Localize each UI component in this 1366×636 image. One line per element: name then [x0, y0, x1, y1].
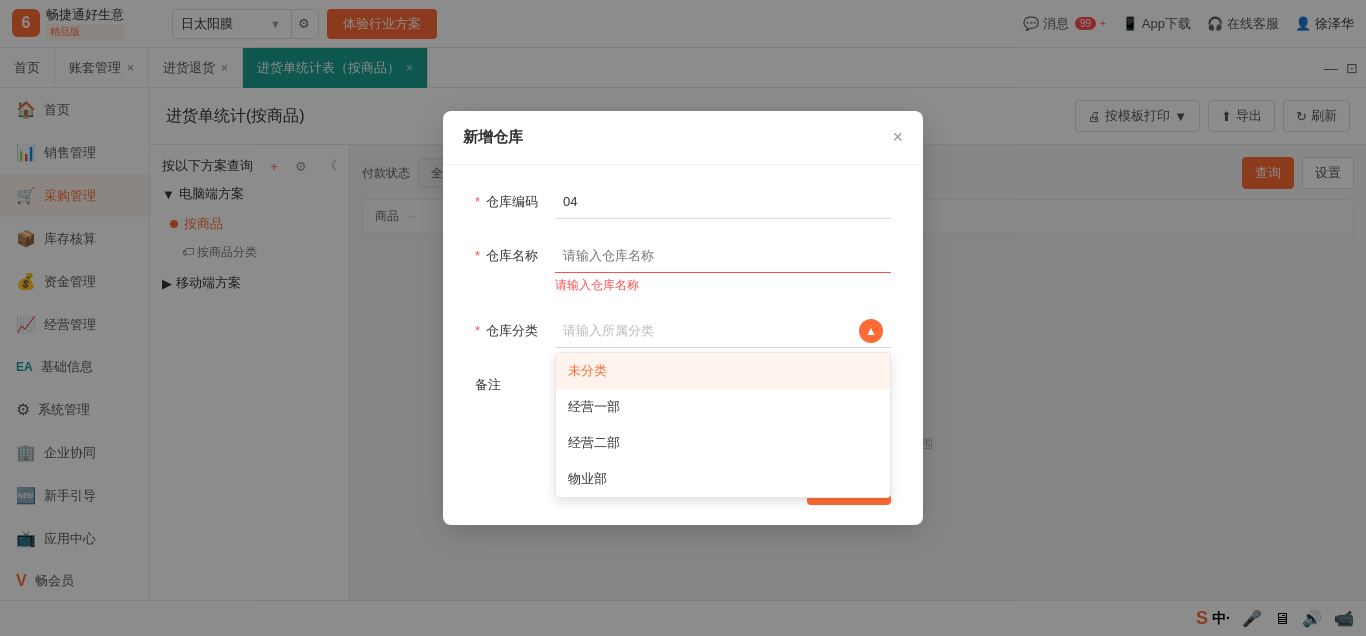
modal-header: 新增仓库 ×	[443, 111, 923, 165]
dropdown-item-property[interactable]: 物业部	[556, 461, 890, 497]
category-row: * 仓库分类 请输入所属分类 ▲ 未分类 经营一部 经营二部 物业部	[475, 314, 891, 348]
code-row: * 仓库编码	[475, 185, 891, 219]
category-dropdown-trigger[interactable]: 请输入所属分类 ▲	[555, 314, 891, 348]
category-dropdown-list: 未分类 经营一部 经营二部 物业部	[555, 352, 891, 498]
name-field: 请输入仓库名称	[555, 239, 891, 294]
name-row: * 仓库名称 请输入仓库名称	[475, 239, 891, 294]
category-placeholder: 请输入所属分类	[563, 322, 654, 340]
add-warehouse-modal: 新增仓库 × * 仓库编码 * 仓库名称 请输入仓库名称	[443, 111, 923, 525]
modal-body: * 仓库编码 * 仓库名称 请输入仓库名称 * 仓库分类	[443, 165, 923, 471]
modal-close-btn[interactable]: ×	[892, 127, 903, 148]
name-input[interactable]	[555, 239, 891, 273]
code-field	[555, 185, 891, 219]
code-input[interactable]	[555, 185, 891, 219]
dropdown-arrow-icon: ▲	[859, 319, 883, 343]
code-label: * 仓库编码	[475, 185, 555, 211]
category-field[interactable]: 请输入所属分类 ▲ 未分类 经营一部 经营二部 物业部	[555, 314, 891, 348]
name-label: * 仓库名称	[475, 239, 555, 265]
dropdown-item-ops2[interactable]: 经营二部	[556, 425, 890, 461]
category-label: * 仓库分类	[475, 314, 555, 340]
notes-label: 备注	[475, 368, 555, 394]
dropdown-item-unclassified[interactable]: 未分类	[556, 353, 890, 389]
name-error-msg: 请输入仓库名称	[555, 277, 891, 294]
dropdown-item-ops1[interactable]: 经营一部	[556, 389, 890, 425]
modal-title: 新增仓库	[463, 128, 523, 147]
